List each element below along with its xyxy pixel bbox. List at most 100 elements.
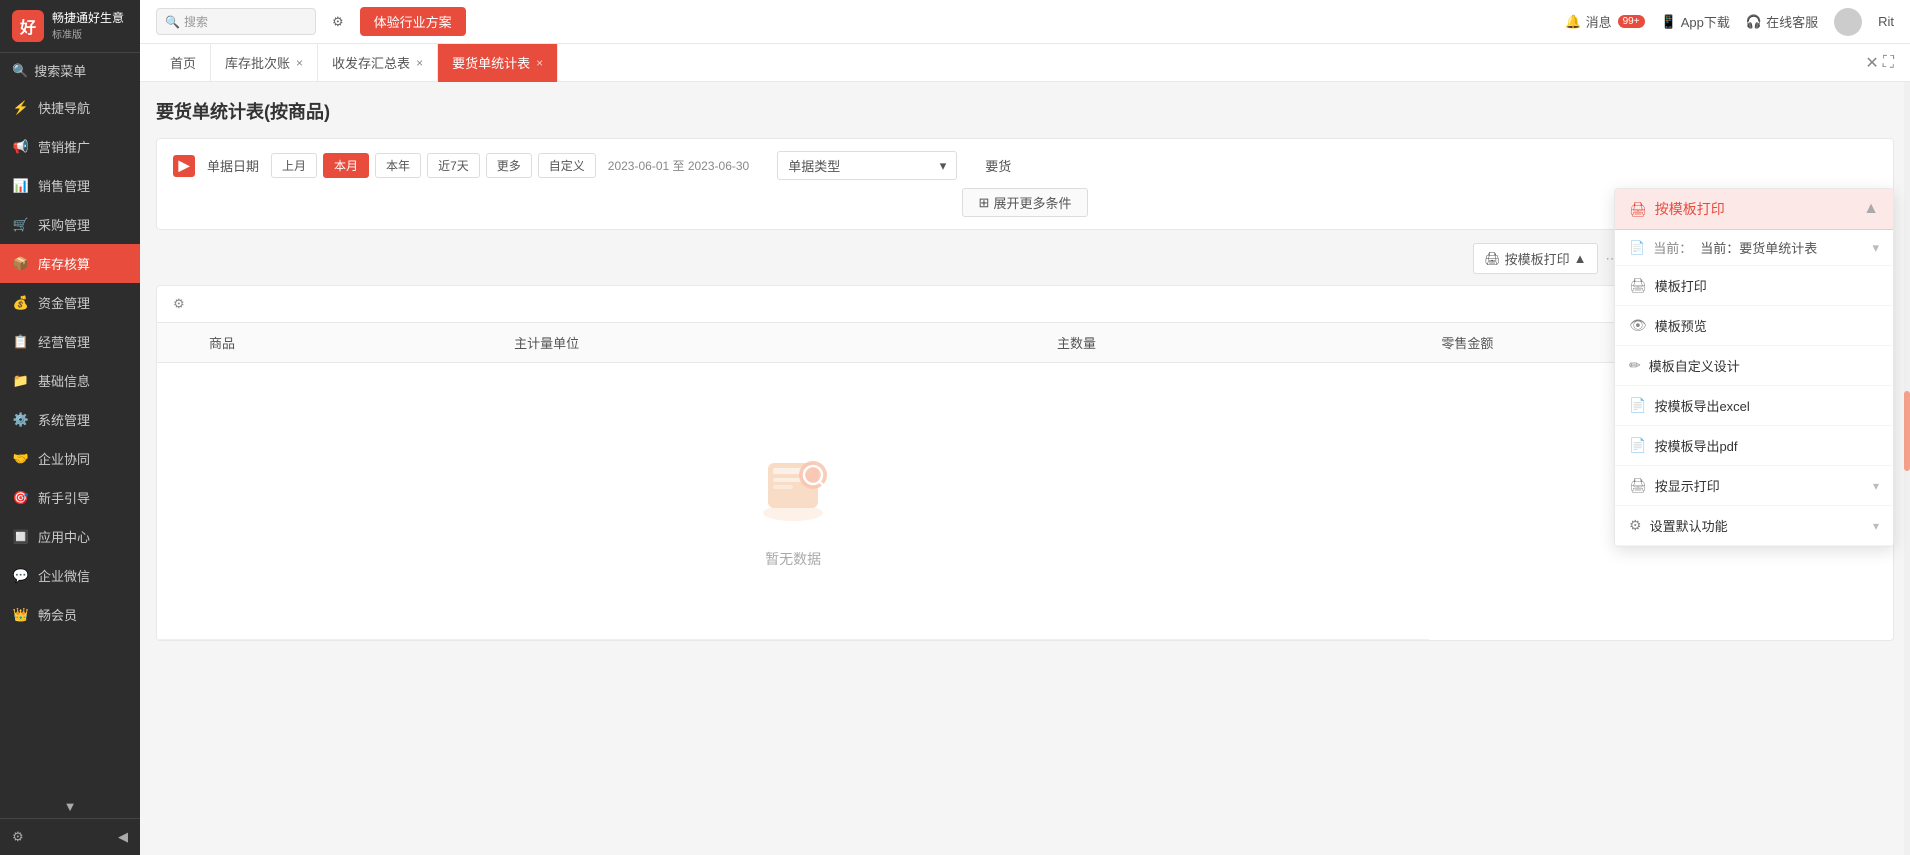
filter-toggle-button[interactable]: ▶ <box>173 155 195 177</box>
tab-label-batch-account: 库存批次账 <box>225 53 290 72</box>
close-all-icon[interactable]: ✕ <box>1865 53 1878 73</box>
sales-icon: 📊 <box>12 178 30 194</box>
dropdown-item-template-print[interactable]: 🖨模板打印 <box>1615 266 1893 306</box>
date-btn-7days[interactable]: 近7天 <box>427 153 480 178</box>
sidebar-search[interactable]: 🔍 搜索菜单 <box>0 53 140 88</box>
tab-close-batch-account[interactable]: × <box>296 56 303 70</box>
tab-close-order-summary[interactable]: × <box>536 56 543 70</box>
current-value: 当前：要货单统计表 <box>1700 238 1817 257</box>
sidebar-settings-icon[interactable]: ⚙ <box>12 829 24 845</box>
sidebar-item-label-cooperation: 企业协同 <box>38 449 90 468</box>
sidebar-item-quick-nav[interactable]: ⚡快捷导航 <box>0 88 140 127</box>
date-btn-more[interactable]: 更多 <box>486 153 532 178</box>
purchase-icon: 🛒 <box>12 217 30 233</box>
current-label: 当前： <box>1653 238 1692 257</box>
dropdown-item-template-preview[interactable]: 👁 模板预览 <box>1615 306 1893 346</box>
display-print-label: 按显示打印 <box>1655 476 1720 495</box>
finance-icon: 💰 <box>12 295 30 311</box>
printer-header-icon: 🖨 <box>1629 201 1647 218</box>
topbar-gear-icon[interactable]: ⚙ <box>332 14 344 30</box>
tab-batch-account[interactable]: 库存批次账 × <box>211 44 318 82</box>
sidebar-item-system[interactable]: ⚙️系统管理 <box>0 400 140 439</box>
template-preview-label: 模板预览 <box>1655 316 1707 335</box>
dropdown-item-display-print[interactable]: 🖨按显示打印▾ <box>1615 466 1893 506</box>
headset-icon: 🎧 <box>1746 14 1762 30</box>
dropdown-item-template-design[interactable]: ✏模板自定义设计 <box>1615 346 1893 386</box>
page-content: 要货单统计表(按商品) ▶ 单据日期 上月本月本年近7天更多自定义 2023-0… <box>140 82 1910 855</box>
sidebar-item-label-operation: 经营管理 <box>38 332 90 351</box>
sidebar-collapse-icon[interactable]: ◀ <box>118 829 128 845</box>
template-excel-icon: 📄 <box>1629 397 1646 414</box>
online-service-item[interactable]: 🎧 在线客服 <box>1746 12 1818 31</box>
date-range-display: 2023-06-01 至 2023-06-30 <box>608 157 749 174</box>
empty-state-text: 暂无数据 <box>765 549 821 569</box>
date-btn-prev[interactable]: 上月 <box>271 153 317 178</box>
sidebar-item-marketing[interactable]: 📢营销推广 <box>0 127 140 166</box>
sidebar-item-label-guide: 新手引导 <box>38 488 90 507</box>
appstore-icon: 🔲 <box>12 529 30 545</box>
filter-expand-label: 展开更多条件 <box>993 193 1071 212</box>
current-icon: 📄 <box>1629 240 1645 256</box>
sidebar-item-inventory[interactable]: 📦库存核算 <box>0 244 140 283</box>
scrollbar-thumb[interactable] <box>1904 391 1910 471</box>
notifications-label: 消息 <box>1586 12 1612 31</box>
default-setting-label: 设置默认功能 <box>1650 516 1728 535</box>
sidebar-item-member[interactable]: 👑畅会员 <box>0 595 140 634</box>
sidebar-scroll-down[interactable]: ▼ <box>0 795 140 818</box>
order-type-select[interactable]: 单据类型 ▾ <box>777 151 957 180</box>
dropdown-item-default-setting[interactable]: ⚙设置默认功能▾ <box>1615 506 1893 546</box>
main-content: 🔍 搜索 ⚙ 体验行业方案 🔔 消息 99+ 📱 App下载 🎧 在线客服 Ri… <box>140 0 1910 855</box>
sidebar-item-purchase[interactable]: 🛒 采购管理 <box>0 205 140 244</box>
empty-state-icon <box>743 433 843 533</box>
topbar-search[interactable]: 🔍 搜索 <box>156 8 316 35</box>
sidebar-item-cooperation[interactable]: 🤝企业协同 <box>0 439 140 478</box>
system-icon: ⚙️ <box>12 412 30 428</box>
table-gear-icon[interactable]: ⚙ <box>173 296 185 312</box>
sidebar-item-guide[interactable]: 🎯新手引导 <box>0 478 140 517</box>
member-icon: 👑 <box>12 607 30 623</box>
tab-order-summary[interactable]: 要货单统计表× <box>438 44 558 82</box>
sidebar-item-appstore[interactable]: 🔲 应用中心 <box>0 517 140 556</box>
date-btn-custom[interactable]: 自定义 <box>538 153 596 178</box>
sidebar-item-label-finance: 资金管理 <box>38 293 90 312</box>
app-download-item[interactable]: 📱 App下载 <box>1661 12 1730 31</box>
print-dropdown-menu: 🖨 按模板打印 ▲ 📄 当前： 当前：要货单统计表 ▾ 🖨模板打印👁模板预览✏模… <box>1614 188 1894 547</box>
tab-label-receipt-summary: 收发存汇总表 <box>332 53 410 72</box>
notifications-item[interactable]: 🔔 消息 99+ <box>1565 12 1644 31</box>
tab-home[interactable]: 首页 <box>156 44 211 82</box>
dropdown-item-template-excel[interactable]: 📄按模板导出excel <box>1615 386 1893 426</box>
sidebar-item-label-purchase: 采购管理 <box>38 215 90 234</box>
maximize-icon[interactable]: ⛶ <box>1883 54 1894 72</box>
sidebar-item-label-marketing: 营销推广 <box>38 137 90 156</box>
online-service-label: 在线客服 <box>1766 12 1818 31</box>
dropdown-close-icon[interactable]: ▲ <box>1863 200 1879 218</box>
search-icon: 🔍 <box>12 63 28 79</box>
display-print-arrow-icon: ▾ <box>1873 479 1879 493</box>
filter-row-1: ▶ 单据日期 上月本月本年近7天更多自定义 2023-06-01 至 2023-… <box>173 151 1877 180</box>
col-header-quantity: 主数量 <box>1045 323 1429 363</box>
sidebar-item-finance[interactable]: 💰 资金管理 <box>0 283 140 322</box>
topbar: 🔍 搜索 ⚙ 体验行业方案 🔔 消息 99+ 📱 App下载 🎧 在线客服 Ri… <box>140 0 1910 44</box>
sidebar-item-operation[interactable]: 📋 经营管理 <box>0 322 140 361</box>
sidebar-item-sales[interactable]: 📊销售管理 <box>0 166 140 205</box>
operation-icon: 📋 <box>12 334 30 350</box>
template-pdf-label: 按模板导出pdf <box>1654 436 1737 455</box>
user-avatar[interactable] <box>1834 8 1862 36</box>
tab-close-receipt-summary[interactable]: × <box>416 56 423 70</box>
tab-receipt-summary[interactable]: 收发存汇总表 × <box>318 44 438 82</box>
date-btn-current[interactable]: 本月 <box>323 153 369 178</box>
sidebar-item-wechat[interactable]: 💬企业微信 <box>0 556 140 595</box>
template-preview-icon: 👁 <box>1629 317 1647 334</box>
order-type-label: 单据类型 <box>788 156 840 175</box>
print-template-button[interactable]: 🖨 按模板打印 ▲ <box>1473 243 1597 274</box>
scrollbar-track[interactable] <box>1904 82 1910 855</box>
empty-state: 暂无数据 <box>169 373 1417 629</box>
trial-button[interactable]: 体验行业方案 <box>360 7 466 36</box>
sidebar-search-label: 搜索菜单 <box>34 61 86 80</box>
sidebar-item-label-appstore: 应用中心 <box>38 527 90 546</box>
dropdown-item-template-pdf[interactable]: 📄按模板导出pdf <box>1615 426 1893 466</box>
sidebar-item-basic[interactable]: 📁基础信息 <box>0 361 140 400</box>
filter-expand-button[interactable]: ⊞ 展开更多条件 <box>962 188 1089 217</box>
date-btn-year[interactable]: 本年 <box>375 153 421 178</box>
topbar-search-placeholder: 搜索 <box>184 13 208 30</box>
